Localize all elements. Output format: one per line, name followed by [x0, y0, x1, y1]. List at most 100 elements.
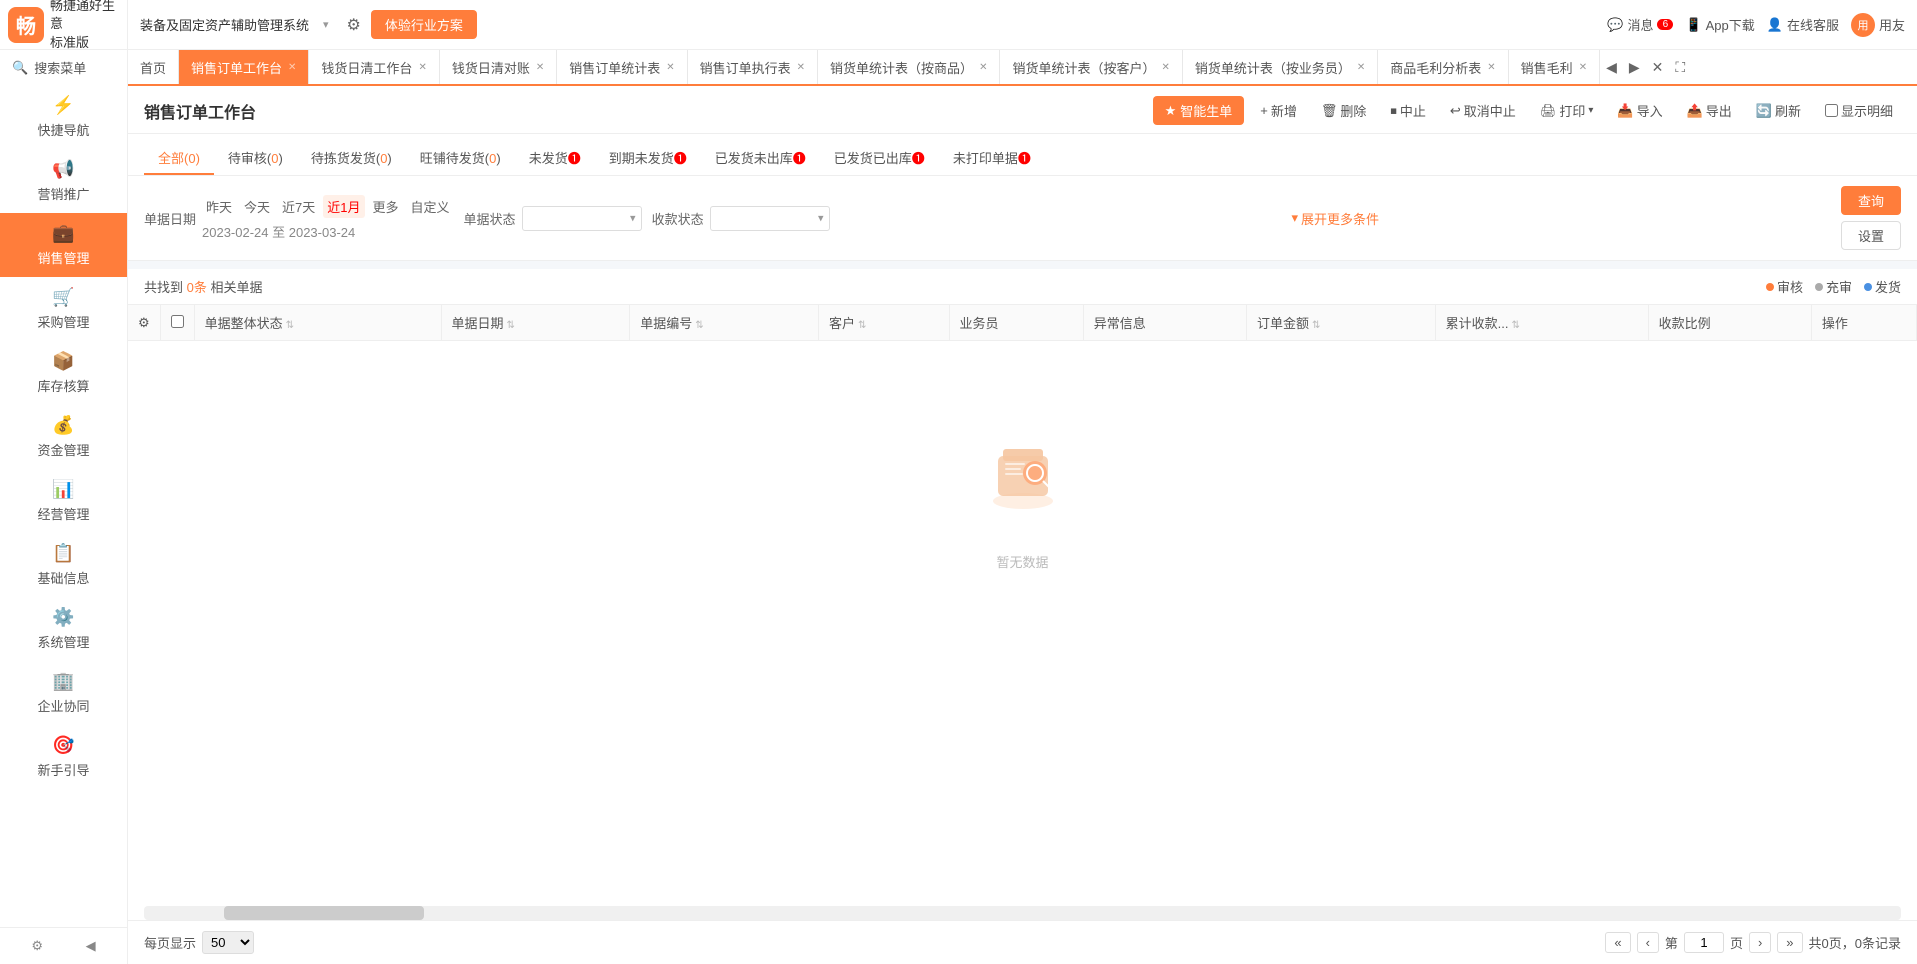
refresh-btn[interactable]: 🔄 刷新: [1748, 97, 1809, 124]
page-size-dropdown[interactable]: 50 10 20 100: [202, 931, 254, 954]
tab-close-icon[interactable]: ✕: [1579, 62, 1587, 73]
date-option-today[interactable]: 今天: [240, 195, 274, 218]
th-status[interactable]: 单据整体状态⇅: [194, 305, 441, 341]
app-download-btn[interactable]: 📱 App下载: [1685, 15, 1754, 34]
tab-close-icon[interactable]: ✕: [1357, 62, 1365, 73]
message-btn[interactable]: 💬 消息 6: [1607, 15, 1673, 34]
tab-cash-daily[interactable]: 钱货日清工作台 ✕: [309, 50, 439, 85]
settings-header-icon[interactable]: ⚙: [347, 15, 361, 35]
next-page-btn[interactable]: ›: [1749, 932, 1771, 953]
th-amount[interactable]: 订单金额⇅: [1246, 305, 1435, 341]
filter-tab-delivered-out[interactable]: 已发货已出库❶: [820, 142, 939, 175]
tab-close-icon[interactable]: ✕: [1161, 62, 1169, 73]
cancel-suspend-btn[interactable]: ↩ 取消中止: [1442, 97, 1524, 124]
payment-select[interactable]: [710, 206, 830, 231]
th-date[interactable]: 单据日期⇅: [441, 305, 630, 341]
filter-tab-pending-review[interactable]: 待审核(0): [214, 142, 297, 175]
tab-close-icon[interactable]: ✕: [1487, 62, 1495, 73]
user-btn[interactable]: 用 用友: [1851, 13, 1905, 37]
trial-btn[interactable]: 体验行业方案: [371, 10, 477, 39]
filter-tab-all[interactable]: 全部(0): [144, 142, 214, 175]
tab-sales-stats[interactable]: 销售订单统计表 ✕: [557, 50, 687, 85]
th-received[interactable]: 累计收款...⇅: [1435, 305, 1648, 341]
filter-tab-not-delivered[interactable]: 未发货❶: [515, 142, 595, 175]
tab-close-all-btn[interactable]: ✕: [1646, 50, 1670, 85]
th-customer[interactable]: 客户⇅: [818, 305, 949, 341]
export-btn[interactable]: 📤 导出: [1679, 97, 1740, 124]
collapse-icon[interactable]: ◀: [86, 938, 96, 954]
tab-close-icon[interactable]: ✕: [979, 62, 987, 73]
tab-sales-by-salesman[interactable]: 销货单统计表（按业务员） ✕: [1183, 50, 1378, 85]
sidebar-item-finance[interactable]: 💰 资金管理: [0, 405, 127, 469]
tab-product-margin[interactable]: 商品毛利分析表 ✕: [1378, 50, 1508, 85]
tab-sales-by-product[interactable]: 销货单统计表（按商品） ✕: [818, 50, 1000, 85]
sidebar-item-operation[interactable]: 📊 经营管理: [0, 469, 127, 533]
select-all-checkbox[interactable]: [171, 315, 184, 328]
sidebar-item-inventory[interactable]: 📦 库存核算: [0, 341, 127, 405]
import-btn[interactable]: 📥 导入: [1609, 97, 1670, 124]
tab-sales-exec[interactable]: 销售订单执行表 ✕: [688, 50, 818, 85]
table-actions-right: 审核 充审 发货: [1766, 277, 1901, 296]
online-service-btn[interactable]: 👤 在线客服: [1767, 15, 1839, 34]
date-option-more[interactable]: 更多: [369, 195, 403, 218]
cancel-review-action-btn[interactable]: 充审: [1815, 277, 1852, 296]
filter-tab-not-printed[interactable]: 未打印单据❶: [939, 142, 1045, 175]
sidebar-item-purchase[interactable]: 🛒 采购管理: [0, 277, 127, 341]
chevron-down-icon[interactable]: ▾: [323, 18, 329, 31]
date-option-1month[interactable]: 近1月: [323, 195, 364, 218]
tab-close-icon[interactable]: ✕: [288, 62, 296, 73]
prev-page-btn[interactable]: ‹: [1637, 932, 1659, 953]
sidebar-item-basic[interactable]: 📋 基础信息: [0, 533, 127, 597]
set-btn[interactable]: 设置: [1841, 221, 1901, 250]
date-option-custom[interactable]: 自定义: [407, 195, 454, 218]
date-option-yesterday[interactable]: 昨天: [202, 195, 236, 218]
sidebar-item-system[interactable]: ⚙️ 系统管理: [0, 597, 127, 661]
tab-sales-workbench[interactable]: 销售订单工作台 ✕: [179, 50, 309, 85]
review-action-btn[interactable]: 审核: [1766, 277, 1803, 296]
tab-maximize-btn[interactable]: ⛶: [1669, 50, 1691, 85]
filter-tab-pending-receive[interactable]: 待拣货发货(0): [297, 142, 406, 175]
scroll-bar-area[interactable]: [144, 906, 1901, 920]
scroll-bar-thumb[interactable]: [224, 906, 424, 920]
detail-checkbox-input[interactable]: [1825, 104, 1838, 117]
th-checkbox[interactable]: [160, 305, 194, 341]
sidebar-item-marketing[interactable]: 📢 营销推广: [0, 149, 127, 213]
tab-home[interactable]: 首页: [128, 50, 179, 85]
smart-generate-btn[interactable]: ★ 智能生单: [1153, 96, 1245, 125]
sidebar-item-quick-nav[interactable]: ⚡ 快捷导航: [0, 85, 127, 149]
sidebar-item-enterprise[interactable]: 🏢 企业协同: [0, 661, 127, 725]
tab-sales-by-customer[interactable]: 销货单统计表（按客户） ✕: [1000, 50, 1182, 85]
query-btn[interactable]: 查询: [1841, 186, 1901, 215]
tab-prev-btn[interactable]: ◀: [1600, 50, 1623, 85]
th-settings[interactable]: ⚙: [128, 305, 160, 341]
tab-sales-profit[interactable]: 销售毛利 ✕: [1509, 50, 1600, 85]
table-scroll[interactable]: ⚙ 单据整体状态⇅ 单据日期⇅ 单据编号⇅ 客户⇅ 业务员 异常信息 订单金额⇅…: [128, 305, 1917, 906]
filter-tab-overdue[interactable]: 到期未发货❶: [595, 142, 701, 175]
sidebar-item-search[interactable]: 🔍 搜索菜单: [0, 50, 127, 85]
deliver-action-btn[interactable]: 发货: [1864, 277, 1901, 296]
filter-tab-wangpu[interactable]: 旺铺待发货(0): [406, 142, 515, 175]
sidebar-item-sales[interactable]: 💼 销售管理: [0, 213, 127, 277]
filter-tab-delivered-not-out[interactable]: 已发货未出库❶: [701, 142, 820, 175]
tab-cash-reconcile[interactable]: 钱货日清对账 ✕: [440, 50, 557, 85]
th-number[interactable]: 单据编号⇅: [630, 305, 819, 341]
tab-next-btn[interactable]: ▶: [1623, 50, 1646, 85]
first-page-btn[interactable]: «: [1605, 932, 1630, 953]
settings-bottom-icon[interactable]: ⚙: [31, 938, 43, 954]
last-page-btn[interactable]: »: [1777, 932, 1802, 953]
sidebar-item-newbie[interactable]: 🎯 新手引导: [0, 725, 127, 789]
tab-close-icon[interactable]: ✕: [797, 62, 805, 73]
print-btn[interactable]: 🖨 打印 ▾: [1532, 97, 1602, 124]
delete-btn[interactable]: 🗑 删除: [1313, 97, 1375, 124]
tab-close-icon[interactable]: ✕: [418, 62, 426, 73]
expand-btn[interactable]: ▾ 展开更多条件: [1292, 209, 1380, 228]
status-select[interactable]: [522, 206, 642, 231]
tab-close-icon[interactable]: ✕: [536, 62, 544, 73]
page-input[interactable]: [1684, 932, 1724, 953]
suspend-btn[interactable]: ⏹ 中止: [1382, 97, 1434, 124]
show-detail-checkbox[interactable]: 显示明细: [1817, 97, 1901, 124]
tab-close-icon[interactable]: ✕: [666, 62, 674, 73]
add-btn[interactable]: + 新增: [1252, 97, 1305, 124]
date-option-7days[interactable]: 近7天: [278, 195, 319, 218]
tab-bar: 首页 销售订单工作台 ✕ 钱货日清工作台 ✕ 钱货日清对账 ✕ 销售订单统计表 …: [128, 50, 1917, 86]
